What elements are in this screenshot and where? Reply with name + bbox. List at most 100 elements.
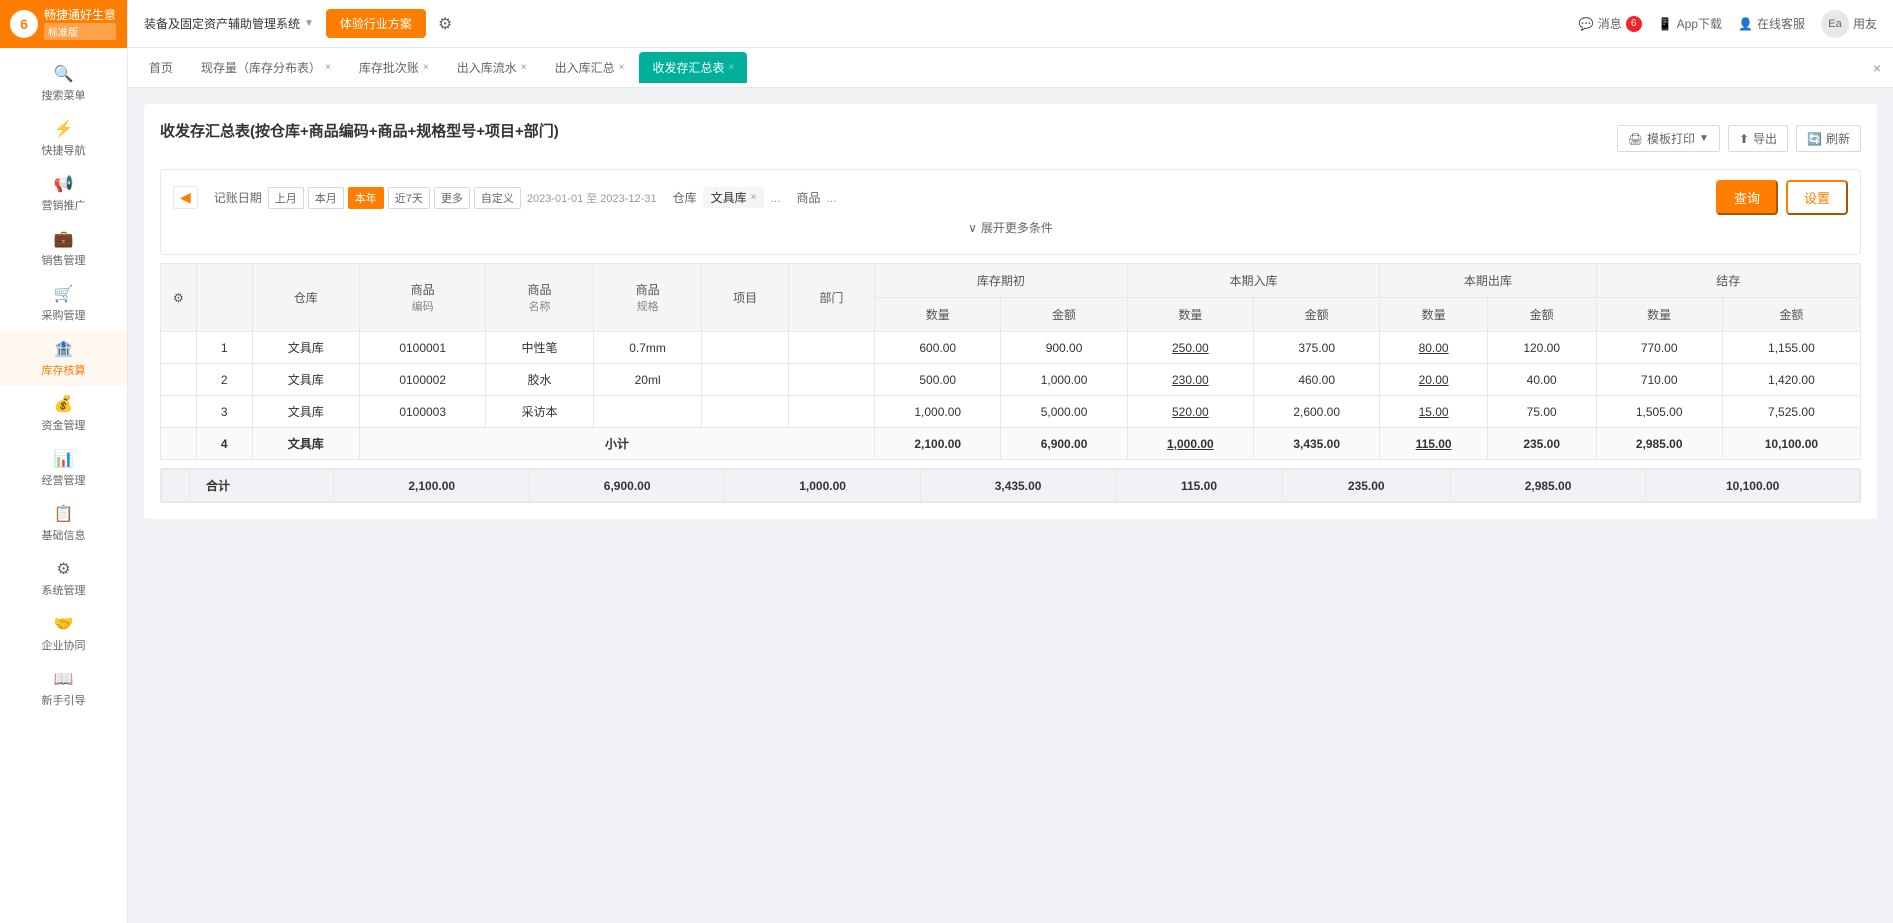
tab-inventory-dist[interactable]: 现存量（库存分布表） × xyxy=(188,52,344,83)
sidebar-item-quicknav[interactable]: ⚡ 快捷导航 xyxy=(0,111,127,166)
expand-more[interactable]: ∨ 展开更多条件 xyxy=(173,219,1848,236)
warehouse-more[interactable]: ... xyxy=(770,191,780,205)
message-button[interactable]: 💬 消息 6 xyxy=(1579,15,1642,32)
row2-project xyxy=(702,364,788,396)
sidebar-item-marketing[interactable]: 📢 营销推广 xyxy=(0,166,127,221)
row2-close-qty: 710.00 xyxy=(1596,364,1722,396)
tab-close-inout-summary[interactable]: × xyxy=(619,62,625,73)
gear-settings-icon[interactable]: ⚙ xyxy=(438,14,452,34)
row1-code: 0100001 xyxy=(360,332,486,364)
sidebar-item-finance[interactable]: 💰 资金管理 xyxy=(0,386,127,441)
subtotal-label: 小计 xyxy=(360,428,875,460)
warehouse-tag[interactable]: 文具库 × xyxy=(703,187,765,208)
row3-close-qty: 1,505.00 xyxy=(1596,396,1722,428)
content-area: 收发存汇总表(按仓库+商品编码+商品+规格型号+项目+部门) 🖨 模板打印 ▼ … xyxy=(128,88,1893,923)
trial-button[interactable]: 体验行业方案 xyxy=(326,9,426,38)
print-icon: 🖨 xyxy=(1628,132,1643,146)
tab-close-batch[interactable]: × xyxy=(423,62,429,73)
row3-out-qty[interactable]: 15.00 xyxy=(1380,396,1488,428)
collapse-button[interactable]: ◀ xyxy=(173,186,198,209)
row1-name: 中性笔 xyxy=(486,332,593,364)
row3-spec xyxy=(593,396,702,428)
row3-department xyxy=(788,396,874,428)
date-btn-7days[interactable]: 近7天 xyxy=(388,187,430,209)
tab-inout-summary[interactable]: 出入库汇总 × xyxy=(542,52,638,83)
app-download-button[interactable]: 📱 App下载 xyxy=(1658,15,1722,32)
sidebar-item-operations[interactable]: 📊 经营管理 xyxy=(0,441,127,496)
row2-settings xyxy=(161,364,197,396)
date-filter: 记账日期 上月 本月 本年 近7天 更多 自定义 2023-01-01 至 20… xyxy=(214,187,657,209)
finance-icon: 💰 xyxy=(54,394,74,414)
row2-in-qty[interactable]: 230.00 xyxy=(1127,364,1253,396)
th-code: 商品编码 xyxy=(360,264,486,332)
sidebar-item-system[interactable]: ⚙ 系统管理 xyxy=(0,551,127,606)
sidebar-item-inventory[interactable]: 🏦 库存核算 xyxy=(0,331,127,386)
export-button[interactable]: ⬆ 导出 xyxy=(1728,125,1788,152)
sales-icon: 💼 xyxy=(54,229,74,249)
th-in-amt: 金额 xyxy=(1254,298,1380,332)
footer-close-qty: 2,985.00 xyxy=(1450,470,1645,502)
row2-no: 2 xyxy=(196,364,252,396)
th-opening-group: 库存期初 xyxy=(875,264,1128,298)
sidebar-item-purchase[interactable]: 🛒 采购管理 xyxy=(0,276,127,331)
date-btn-this-month[interactable]: 本月 xyxy=(308,187,344,209)
date-btn-this-year[interactable]: 本年 xyxy=(348,187,384,209)
tab-home[interactable]: 首页 xyxy=(136,52,186,83)
online-service-button[interactable]: 👤 在线客服 xyxy=(1738,15,1805,32)
th-spec: 商品规格 xyxy=(593,264,702,332)
row2-out-qty[interactable]: 20.00 xyxy=(1380,364,1488,396)
refresh-button[interactable]: 🔄 刷新 xyxy=(1796,125,1861,152)
row3-open-amt: 5,000.00 xyxy=(1001,396,1127,428)
sidebar-item-collaboration[interactable]: 🤝 企业协同 xyxy=(0,606,127,661)
tab-close-inventory-dist[interactable]: × xyxy=(325,62,331,73)
row1-warehouse: 文具库 xyxy=(252,332,359,364)
date-btn-last-month[interactable]: 上月 xyxy=(268,187,304,209)
subtotal-out-amt: 235.00 xyxy=(1487,428,1596,460)
date-btn-more[interactable]: 更多 xyxy=(434,187,470,209)
row1-out-qty[interactable]: 80.00 xyxy=(1380,332,1488,364)
filter-settings-button[interactable]: 设置 xyxy=(1786,180,1848,215)
date-btn-custom[interactable]: 自定义 xyxy=(474,187,521,209)
footer-out-qty: 115.00 xyxy=(1116,470,1282,502)
row2-warehouse: 文具库 xyxy=(252,364,359,396)
th-open-amt: 金额 xyxy=(1001,298,1127,332)
message-badge: 6 xyxy=(1626,16,1642,32)
sidebar-item-sales[interactable]: 💼 销售管理 xyxy=(0,221,127,276)
export-icon: ⬆ xyxy=(1739,132,1749,146)
row2-close-amt: 1,420.00 xyxy=(1722,364,1860,396)
header-left: 装备及固定资产辅助管理系统 ▼ 体验行业方案 ⚙ xyxy=(144,9,452,38)
footer-open-amt: 6,900.00 xyxy=(529,470,724,502)
sidebar-item-guide[interactable]: 📖 新手引导 xyxy=(0,661,127,716)
row1-open-amt: 900.00 xyxy=(1001,332,1127,364)
goods-filter: 商品 ... xyxy=(796,189,836,206)
date-range: 2023-01-01 至 2023-12-31 xyxy=(527,190,657,206)
subtotal-warehouse: 文具库 xyxy=(252,428,359,460)
row3-in-qty[interactable]: 520.00 xyxy=(1127,396,1253,428)
chevron-down-icon: ▼ xyxy=(304,18,314,29)
close-all-tabs[interactable]: × xyxy=(1869,56,1885,80)
system-name-select[interactable]: 装备及固定资产辅助管理系统 ▼ xyxy=(144,15,314,32)
goods-more[interactable]: ... xyxy=(826,191,836,205)
operations-icon: 📊 xyxy=(54,449,74,469)
footer-close-amt: 10,100.00 xyxy=(1646,470,1860,502)
user-menu[interactable]: Ea 用友 xyxy=(1821,10,1877,38)
tab-close-flow[interactable]: × xyxy=(521,62,527,73)
tab-receipt-summary[interactable]: 收发存汇总表 × xyxy=(639,52,747,83)
table-row: 3 文具库 0100003 采访本 1,000.00 5,000.00 520.… xyxy=(161,396,1861,428)
system-icon: ⚙ xyxy=(56,559,70,579)
table-settings-header[interactable]: ⚙ xyxy=(161,264,197,332)
main-area: 装备及固定资产辅助管理系统 ▼ 体验行业方案 ⚙ 💬 消息 6 📱 App下载 … xyxy=(128,0,1893,923)
row2-out-amt: 40.00 xyxy=(1487,364,1596,396)
row1-in-qty[interactable]: 250.00 xyxy=(1127,332,1253,364)
print-button[interactable]: 🖨 模板打印 ▼ xyxy=(1617,125,1720,152)
logo-text: 畅捷通好生意 xyxy=(44,8,116,24)
warehouse-filter: 仓库 文具库 × ... xyxy=(673,187,781,208)
warehouse-tag-close[interactable]: × xyxy=(751,192,757,203)
sidebar-item-search[interactable]: 🔍 搜索菜单 xyxy=(0,56,127,111)
row3-project xyxy=(702,396,788,428)
tab-close-receipt-summary[interactable]: × xyxy=(728,62,734,73)
query-button[interactable]: 查询 xyxy=(1716,180,1778,215)
sidebar-item-basicinfo[interactable]: 📋 基础信息 xyxy=(0,496,127,551)
tab-flow[interactable]: 出入库流水 × xyxy=(444,52,540,83)
tab-batch[interactable]: 库存批次账 × xyxy=(346,52,442,83)
